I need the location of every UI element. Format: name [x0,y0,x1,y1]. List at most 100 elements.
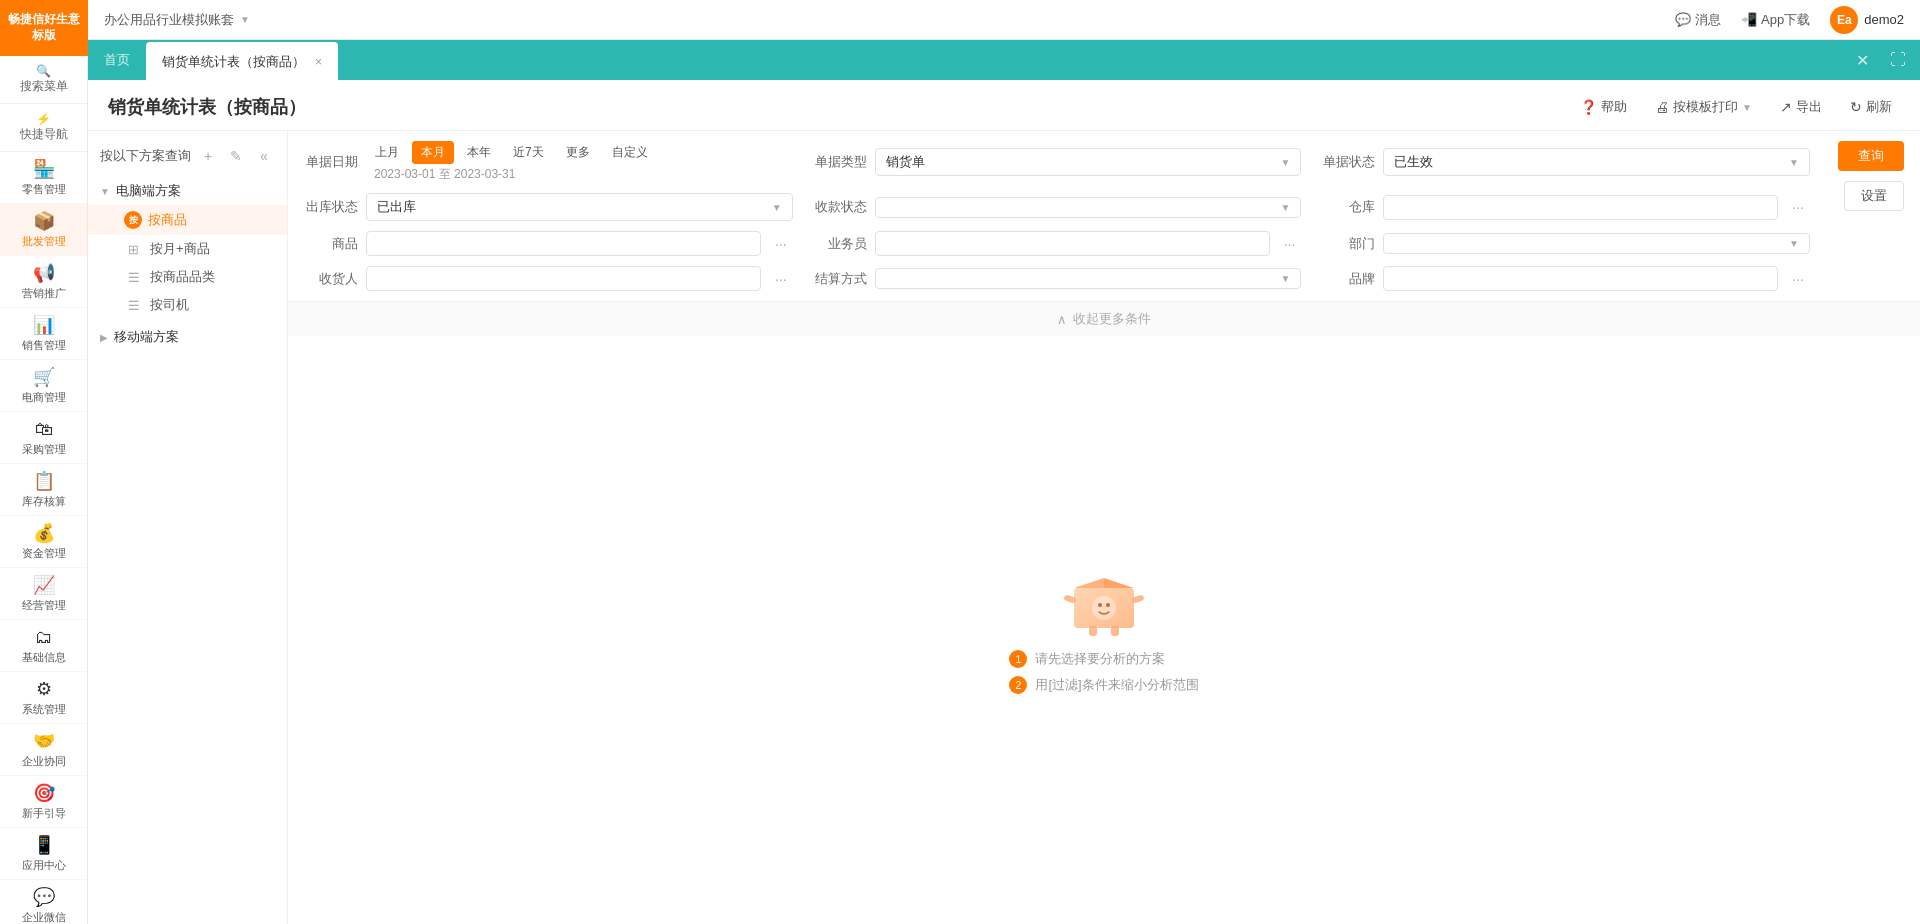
settle-select[interactable]: ▼ [875,268,1302,289]
filter-recipient-field: 收货人 ··· [304,266,793,291]
filter-row4: 收货人 ··· 结算方式 ▼ [304,266,1810,291]
date-custom[interactable]: 自定义 [603,141,657,164]
salesperson-dots-icon[interactable]: ··· [1278,234,1302,254]
sidebar-item-appstore[interactable]: 📱 应用中心 [0,828,87,880]
sidebar-item-purchase[interactable]: 🛍 采购管理 [0,412,87,464]
svg-rect-6 [1089,626,1097,636]
scheme-item-by-goods-category[interactable]: ☰ 按商品品类 [88,263,287,291]
sidebar-item-retail[interactable]: 🏪 零售管理 [0,152,87,204]
type-value: 销货单 [886,153,1275,171]
filter-dept-field: 部门 ▼ [1321,233,1810,254]
window-minimize-button[interactable]: ✕ [1848,46,1876,74]
by-goods-category-icon: ☰ [128,270,144,285]
sidebar-item-marketing[interactable]: 📢 营销推广 [0,256,87,308]
refresh-button[interactable]: ↻ 刷新 [1842,94,1900,120]
app-label: App下载 [1761,11,1810,29]
app-download-button[interactable]: 📲 App下载 [1741,11,1810,29]
account-selector[interactable]: 办公用品行业模拟账套 ▼ [104,11,250,29]
brand-input[interactable] [1383,266,1778,291]
sidebar-item-newuser-label: 新手引导 [22,806,66,820]
main-area: 办公用品行业模拟账套 ▼ 💬 消息 📲 App下载 Ea demo2 首页 [88,0,1920,924]
collapse-conditions-button[interactable]: ∧ 收起更多条件 [288,301,1920,336]
empty-illustration [1054,558,1154,638]
brand-dots-icon[interactable]: ··· [1786,269,1810,289]
tab-close-icon[interactable]: × [315,55,322,69]
purchase-icon: 🛍 [35,419,53,440]
settings-button[interactable]: 设置 [1844,181,1904,211]
status-chevron-icon: ▼ [1789,157,1799,168]
sidebar-item-sales-label: 销售管理 [22,338,66,352]
scheme-group-mobile: ▶ 移动端方案 [88,323,287,355]
sidebar-item-newuser[interactable]: 🎯 新手引导 [0,776,87,828]
date-more[interactable]: 更多 [557,141,599,164]
date-last-month[interactable]: 上月 [366,141,408,164]
sidebar-item-enterprise[interactable]: 🤝 企业协同 [0,724,87,776]
tab-sales-stat[interactable]: 销货单统计表（按商品） × [146,42,338,82]
filter-row1-wrapper: 单据日期 上月 本月 本年 近7天 更多 自定义 [288,131,1920,301]
sidebar-item-sales[interactable]: 📊 销售管理 [0,308,87,360]
template-print-button[interactable]: 🖨 按模板打印 ▼ [1647,94,1760,120]
scheme-item-by-month-goods[interactable]: ⊞ 按月+商品 [88,235,287,263]
scheme-group-pc-header[interactable]: ▼ 电脑端方案 [88,177,287,205]
goods-input[interactable] [366,231,761,256]
salesperson-input[interactable] [875,231,1270,256]
recipient-dots-icon[interactable]: ··· [769,269,793,289]
date-this-year[interactable]: 本年 [458,141,500,164]
user-menu[interactable]: Ea demo2 [1830,6,1904,34]
recipient-input[interactable] [366,266,761,291]
sidebar-item-operation-label: 经营管理 [22,598,66,612]
warehouse-dots-icon[interactable]: ··· [1786,197,1810,217]
newuser-icon: 🎯 [33,782,55,804]
type-select[interactable]: 销货单 ▼ [875,148,1302,176]
sidebar-item-finance[interactable]: 💰 资金管理 [0,516,87,568]
receipt-label: 收款状态 [813,198,867,216]
finance-icon: 💰 [33,522,55,544]
retail-icon: 🏪 [33,158,55,180]
sidebar-search[interactable]: 🔍 搜索菜单 [0,56,87,104]
sidebar-item-ecommerce[interactable]: 🛒 电商管理 [0,360,87,412]
scheme-group-mobile-header[interactable]: ▶ 移动端方案 [88,323,287,351]
recipient-label: 收货人 [304,270,358,288]
scheme-item-by-goods[interactable]: 按 按商品 [88,205,287,235]
sidebar-quicknav[interactable]: ⚡ 快捷导航 [0,104,87,152]
sidebar-item-system[interactable]: ⚙ 系统管理 [0,672,87,724]
by-goods-category-label: 按商品品类 [150,268,215,286]
window-maximize-button[interactable]: ⛶ [1884,46,1912,74]
sidebar-item-operation[interactable]: 📈 经营管理 [0,568,87,620]
query-button[interactable]: 查询 [1838,141,1904,171]
wechat-icon: 💬 [33,886,55,908]
scheme-edit-button[interactable]: ✎ [225,145,247,167]
help-icon: ❓ [1580,99,1597,115]
message-icon: 💬 [1675,12,1691,27]
sidebar-item-basic[interactable]: 🗂 基础信息 [0,620,87,672]
mobile-group-arrow-icon: ▶ [100,332,108,343]
message-button[interactable]: 💬 消息 [1675,11,1721,29]
status-select[interactable]: 已生效 ▼ [1383,148,1810,176]
filter-stock-out-field: 出库状态 已出库 ▼ [304,193,793,221]
stock-out-select[interactable]: 已出库 ▼ [366,193,793,221]
sidebar-item-wholesale[interactable]: 📦 批发管理 [0,204,87,256]
export-button[interactable]: ↗ 导出 [1772,94,1830,120]
scheme-add-button[interactable]: + [197,145,219,167]
sidebar-item-retail-label: 零售管理 [22,182,66,196]
dept-select[interactable]: ▼ [1383,233,1810,254]
filter-receipt-field: 收款状态 ▼ [813,197,1302,218]
sidebar-item-wechat[interactable]: 💬 企业微信 [0,880,87,924]
sidebar-logo: 畅捷信好生意 标版 [0,0,88,56]
scheme-item-by-cashier[interactable]: ☰ 按司机 [88,291,287,319]
sidebar-item-inventory[interactable]: 📋 库存核算 [0,464,87,516]
receipt-select[interactable]: ▼ [875,197,1302,218]
warehouse-input[interactable] [1383,195,1778,220]
date-last-7-days[interactable]: 近7天 [504,141,553,164]
help-button[interactable]: ❓ 帮助 [1572,94,1635,120]
by-goods-label: 按商品 [148,211,187,229]
sidebar-logo-text: 畅捷信好生意 [8,12,80,28]
goods-dots-icon[interactable]: ··· [769,234,793,254]
account-name: 办公用品行业模拟账套 [104,11,234,29]
tab-home[interactable]: 首页 [88,40,146,80]
sidebar-logo-subtext: 标版 [32,28,56,44]
date-this-month[interactable]: 本月 [412,141,454,164]
scheme-collapse-button[interactable]: « [253,145,275,167]
wholesale-icon: 📦 [33,210,55,232]
date-range-text: 2023-03-01 至 2023-03-31 [374,166,793,183]
